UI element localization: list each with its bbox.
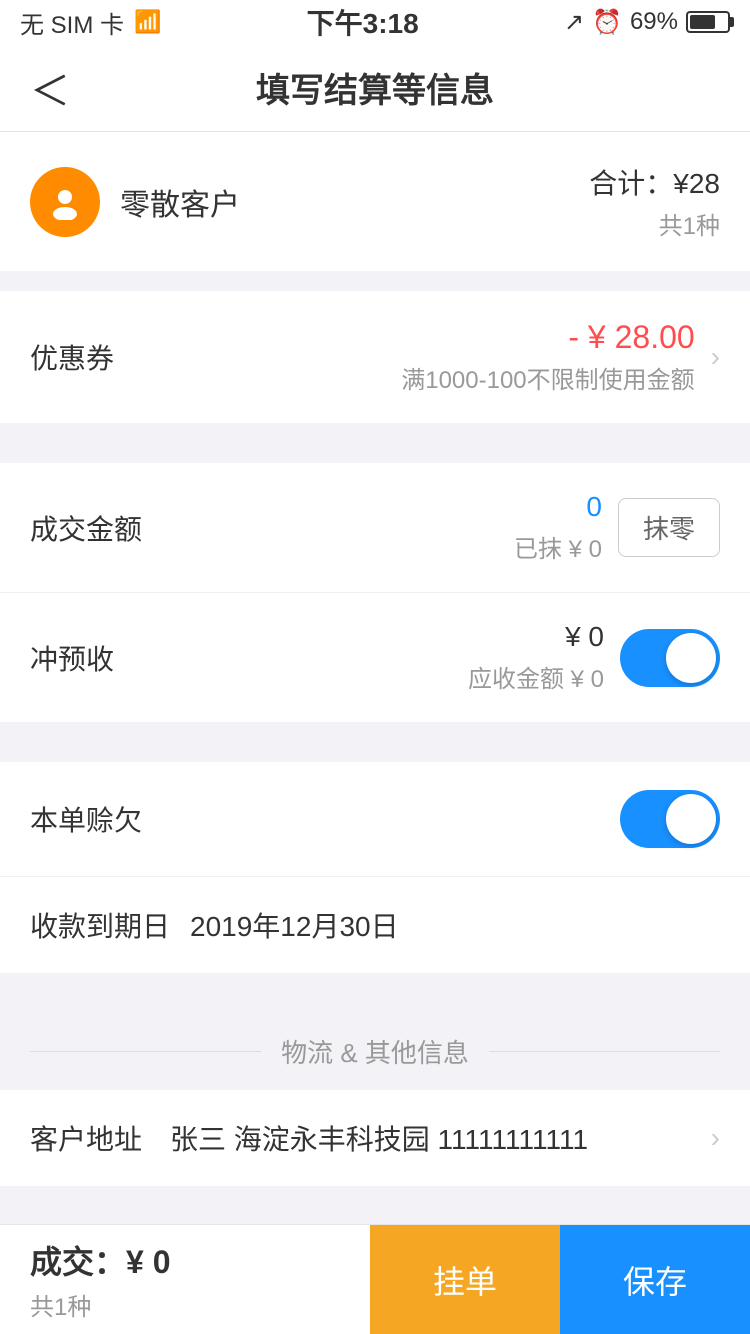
status-time: 下午3:18 [307, 2, 419, 42]
bottom-deal-row: 成交：¥ 0 [30, 1237, 340, 1283]
customer-count: 共1种 [589, 206, 720, 241]
address-chevron-icon: › [711, 1122, 720, 1154]
coupon-chevron-icon: › [711, 341, 720, 373]
deal-amount-section: 成交金额 0 已抹 ¥ 0 抹零 冲预收 ¥ 0 应收金额 ¥ 0 [0, 463, 750, 722]
location-icon: ↗ [564, 8, 584, 37]
address-chevron: › [711, 1122, 720, 1154]
battery-icon [686, 11, 730, 33]
coupon-amount: - ¥ 28.00 [401, 319, 694, 356]
customer-section: 零散客户 合计：¥28 共1种 [0, 132, 750, 271]
customer-avatar [30, 167, 100, 237]
logistics-header: 物流 & 其他信息 [0, 1013, 750, 1090]
address-label: 客户地址 [30, 1118, 150, 1158]
battery-text: 69% [630, 8, 678, 36]
save-button[interactable]: 保存 [560, 1225, 750, 1334]
deal-amount-value: 0 [586, 491, 602, 522]
divider-3 [0, 993, 750, 1013]
alarm-icon: ⏰ [592, 8, 622, 37]
round-off-button[interactable]: 抹零 [618, 498, 720, 557]
prepayment-row: 冲预收 ¥ 0 应收金额 ¥ 0 [0, 593, 750, 722]
customer-name: 零散客户 [120, 180, 240, 224]
logistics-label: 物流 & 其他信息 [281, 1033, 469, 1070]
status-left: 无 SIM 卡 📶 [20, 5, 161, 40]
coupon-value-block: - ¥ 28.00 满1000-100不限制使用金额 [401, 319, 694, 395]
address-value: 张三 海淀永丰科技园 11111111111 [170, 1118, 711, 1158]
due-date-label: 收款到期日 [30, 905, 170, 945]
status-bar: 无 SIM 卡 📶 下午3:18 ↗ ⏰ 69% [0, 0, 750, 44]
prepayment-amount: ¥ 0 [565, 621, 604, 652]
divider-2 [0, 742, 750, 762]
prepayment-right: ¥ 0 应收金额 ¥ 0 [468, 621, 720, 694]
debt-right [620, 790, 720, 848]
debt-row: 本单赊欠 [0, 762, 750, 877]
customer-left: 零散客户 [30, 167, 240, 237]
bottom-deal-value: ¥ 0 [126, 1244, 170, 1280]
deal-amount-sub: 已抹 ¥ 0 [514, 529, 602, 564]
prepayment-toggle[interactable] [620, 629, 720, 687]
carrier-text: 无 SIM 卡 [20, 5, 124, 40]
bottom-info: 成交：¥ 0 共1种 [0, 1237, 370, 1322]
debt-toggle-knob [666, 794, 716, 844]
bottom-bar: 成交：¥ 0 共1种 挂单 保存 [0, 1224, 750, 1334]
due-date-value: 2019年12月30日 [190, 905, 399, 945]
prepayment-sub: 应收金额 ¥ 0 [468, 659, 604, 694]
bottom-count: 共1种 [30, 1287, 340, 1322]
deal-amount-label: 成交金额 [30, 508, 142, 548]
deal-amount-value-block: 0 已抹 ¥ 0 [514, 491, 602, 564]
nav-bar: ＜ 填写结算等信息 [0, 44, 750, 132]
toggle-knob [666, 633, 716, 683]
back-button[interactable]: ＜ [30, 59, 90, 117]
wifi-icon: 📶 [134, 9, 161, 35]
coupon-label: 优惠券 [30, 337, 114, 377]
prepayment-label: 冲预收 [30, 638, 114, 678]
due-date-row: 收款到期日 2019年12月30日 [0, 877, 750, 973]
debt-toggle[interactable] [620, 790, 720, 848]
divider-1 [0, 443, 750, 463]
coupon-row[interactable]: 优惠券 - ¥ 28.00 满1000-100不限制使用金额 › [0, 291, 750, 423]
prepayment-value-block: ¥ 0 应收金额 ¥ 0 [468, 621, 604, 694]
hold-button[interactable]: 挂单 [370, 1225, 560, 1334]
logistics-line-left [30, 1051, 261, 1052]
customer-right: 合计：¥28 共1种 [589, 162, 720, 241]
customer-total: 合计：¥28 [589, 162, 720, 202]
logistics-line-right [489, 1051, 720, 1052]
debt-section: 本单赊欠 收款到期日 2019年12月30日 [0, 762, 750, 973]
coupon-right: - ¥ 28.00 满1000-100不限制使用金额 › [401, 319, 720, 395]
status-right: ↗ ⏰ 69% [564, 8, 730, 37]
page-content: 零散客户 合计：¥28 共1种 优惠券 - ¥ 28.00 满1000-100不… [0, 132, 750, 1326]
address-row[interactable]: 客户地址 张三 海淀永丰科技园 11111111111 › [0, 1090, 750, 1186]
coupon-desc: 满1000-100不限制使用金额 [401, 360, 694, 395]
deal-amount-right: 0 已抹 ¥ 0 抹零 [514, 491, 720, 564]
coupon-section: 优惠券 - ¥ 28.00 满1000-100不限制使用金额 › [0, 291, 750, 423]
debt-label: 本单赊欠 [30, 799, 142, 839]
deal-amount-row: 成交金额 0 已抹 ¥ 0 抹零 [0, 463, 750, 593]
page-title: 填写结算等信息 [256, 63, 494, 112]
bottom-deal-label: 成交： [30, 1244, 126, 1280]
